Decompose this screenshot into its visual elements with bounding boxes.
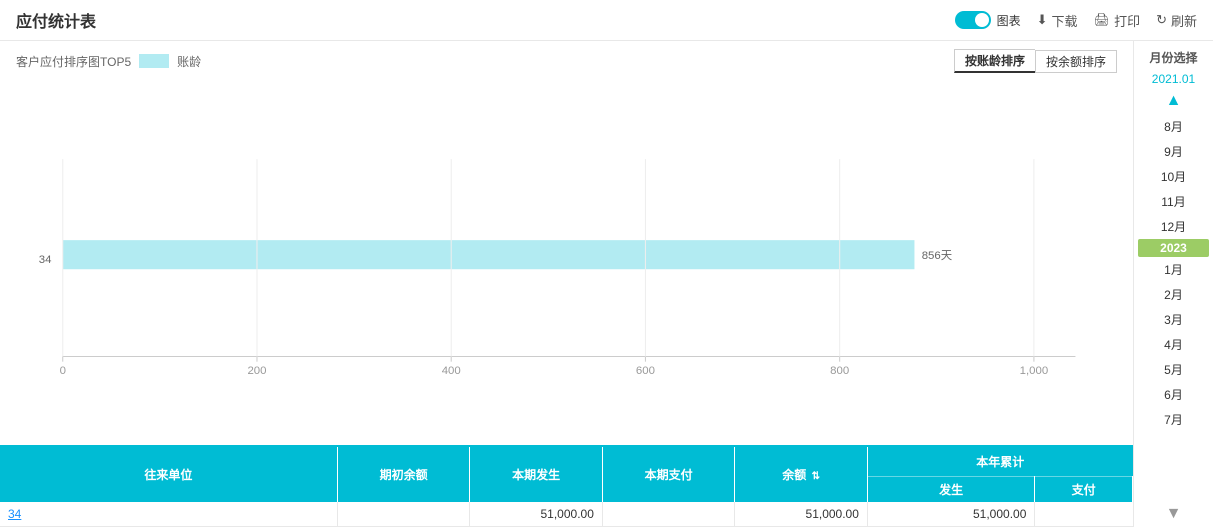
data-table-area: 往来单位 期初余额 本期发生 本期支付 余额 ⇅ 本年累计 发生	[0, 445, 1133, 527]
col-year-pay-header: 支付	[1035, 477, 1133, 503]
col-period-header: 期初余额	[337, 447, 470, 502]
month-item-2[interactable]: 2月	[1134, 282, 1213, 307]
table-header-row: 往来单位 期初余额 本期发生 本期支付 余额 ⇅ 本年累计	[0, 447, 1133, 477]
month-item-12[interactable]: 12月	[1134, 214, 1213, 239]
chart-panel: 客户应付排序图TOP5 账龄 按账龄排序 按余额排序 34 856天	[0, 41, 1133, 527]
month-item-11[interactable]: 11月	[1134, 189, 1213, 214]
svg-text:400: 400	[442, 365, 461, 377]
page-header: 应付统计表 图表 ⬇ 下载 🖨 打印 ↻ 刷新	[0, 0, 1213, 41]
month-list: 8月 9月 10月 11月 12月 2023 1月 2月 3月 4月 5月 6月…	[1134, 114, 1213, 501]
chart-toggle-wrap[interactable]: 图表	[955, 11, 1021, 29]
svg-text:0: 0	[60, 365, 66, 377]
cell-balance: 51,000.00	[735, 502, 868, 527]
month-item-6[interactable]: 6月	[1134, 382, 1213, 407]
svg-text:34: 34	[39, 254, 52, 266]
month-item-7[interactable]: 7月	[1134, 407, 1213, 432]
sort-by-amount-button[interactable]: 按余额排序	[1035, 50, 1117, 73]
col-year-occur-header: 发生	[867, 477, 1034, 503]
cell-year-occur: 51,000.00	[867, 502, 1034, 527]
svg-text:856天: 856天	[922, 250, 953, 262]
col-balance-header: 余额 ⇅	[735, 447, 868, 502]
print-icon: 🖨	[1094, 12, 1111, 28]
chart-sort: 按账龄排序 按余额排序	[954, 49, 1117, 73]
chart-legend: 客户应付排序图TOP5 账龄	[16, 53, 201, 70]
chart-bar	[63, 240, 915, 269]
cell-unit[interactable]: 34	[0, 502, 337, 527]
sidebar-title: 月份选择	[1145, 41, 1201, 70]
table-row: 34 51,000.00 51,000.00 51,000.00	[0, 502, 1133, 527]
download-button[interactable]: ⬇ 下载	[1037, 11, 1078, 30]
month-item-8[interactable]: 8月	[1134, 114, 1213, 139]
refresh-button[interactable]: ↻ 刷新	[1156, 11, 1197, 30]
print-button[interactable]: 🖨 打印	[1094, 11, 1141, 30]
print-label: 打印	[1114, 11, 1140, 30]
balance-sort-icon: ⇅	[812, 471, 820, 482]
legend-label: 客户应付排序图TOP5	[16, 53, 131, 70]
year-label-2023[interactable]: 2023	[1138, 239, 1209, 257]
svg-text:1,000: 1,000	[1020, 365, 1049, 377]
month-item-5[interactable]: 5月	[1134, 357, 1213, 382]
chart-toggle[interactable]	[955, 11, 991, 29]
svg-text:200: 200	[247, 365, 266, 377]
cell-year-pay	[1035, 502, 1133, 527]
header-actions: 图表 ⬇ 下载 🖨 打印 ↻ 刷新	[955, 11, 1197, 30]
download-icon: ⬇	[1037, 12, 1048, 28]
table-body: 34 51,000.00 51,000.00 51,000.00	[0, 502, 1133, 527]
sidebar-current-date[interactable]: 2021.01	[1148, 70, 1199, 88]
refresh-label: 刷新	[1171, 11, 1197, 30]
chart-header: 客户应付排序图TOP5 账龄 按账龄排序 按余额排序	[0, 41, 1133, 77]
svg-text:600: 600	[636, 365, 655, 377]
month-item-10[interactable]: 10月	[1134, 164, 1213, 189]
col-year-header: 本年累计	[867, 447, 1132, 477]
right-sidebar: 月份选择 2021.01 ▲ 8月 9月 10月 11月 12月 2023 1月…	[1133, 41, 1213, 527]
scroll-up-button[interactable]: ▲	[1134, 88, 1213, 114]
col-occur-header: 本期发生	[470, 447, 603, 502]
month-item-4[interactable]: 4月	[1134, 332, 1213, 357]
month-item-3[interactable]: 3月	[1134, 307, 1213, 332]
cell-occur: 51,000.00	[470, 502, 603, 527]
legend-box	[139, 54, 169, 68]
cell-period	[337, 502, 470, 527]
month-item-1[interactable]: 1月	[1134, 257, 1213, 282]
page-title: 应付统计表	[16, 8, 96, 32]
col-pay-header: 本期支付	[602, 447, 735, 502]
content-area: 客户应付排序图TOP5 账龄 按账龄排序 按余额排序 34 856天	[0, 41, 1213, 527]
cell-pay	[602, 502, 735, 527]
svg-text:800: 800	[830, 365, 849, 377]
chart-svg: 34 856天 0 200 400 600	[16, 85, 1117, 441]
data-table: 往来单位 期初余额 本期发生 本期支付 余额 ⇅ 本年累计 发生	[0, 447, 1133, 527]
col-unit-header: 往来单位	[0, 447, 337, 502]
scroll-down-button[interactable]: ▼	[1134, 501, 1213, 527]
refresh-icon: ↻	[1156, 12, 1167, 28]
download-label: 下载	[1052, 11, 1078, 30]
month-item-9[interactable]: 9月	[1134, 139, 1213, 164]
legend-box-label: 账龄	[177, 53, 201, 70]
sort-by-balance-button[interactable]: 按账龄排序	[954, 49, 1035, 73]
chart-area: 34 856天 0 200 400 600	[0, 77, 1133, 445]
chart-toggle-label: 图表	[997, 12, 1021, 29]
